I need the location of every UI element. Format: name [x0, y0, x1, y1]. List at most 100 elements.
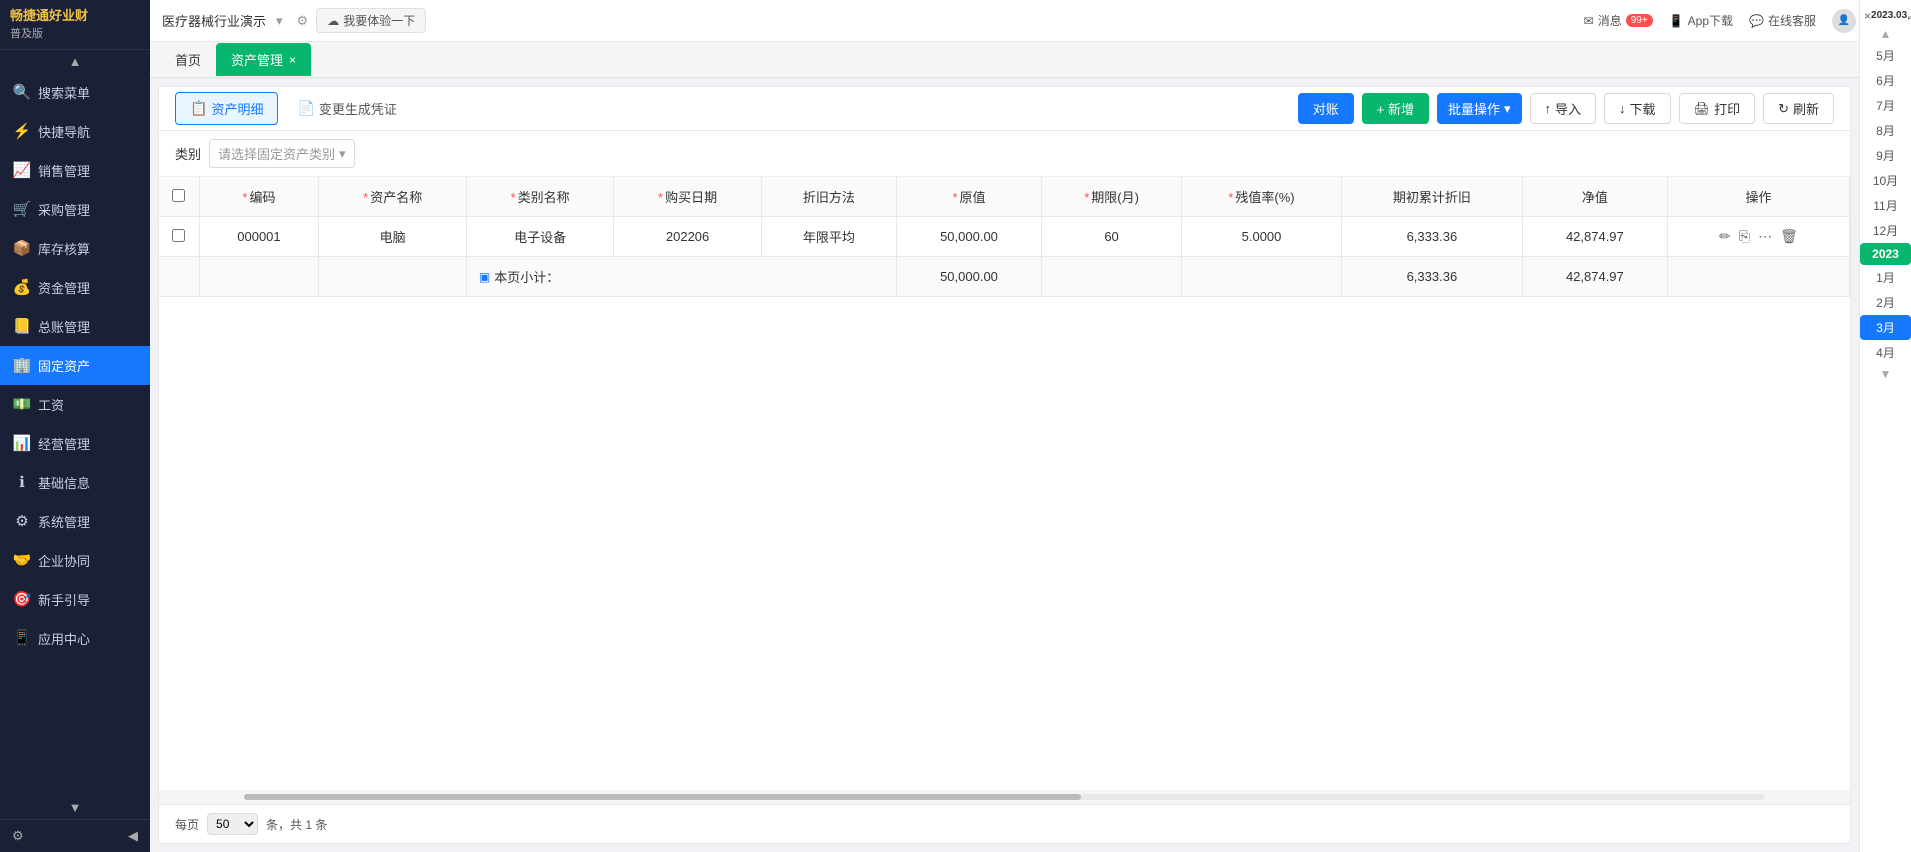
company-settings-icon[interactable]: ⚙: [297, 13, 309, 29]
subtotal-original-value: 50,000.00: [896, 257, 1041, 297]
category-select[interactable]: 请选择固定资产类别 ▾: [209, 139, 355, 168]
sidebar-item-business[interactable]: 📊经营管理: [0, 424, 150, 463]
header-purchase-date: *购买日期: [614, 177, 761, 217]
cell-category: 电子设备: [466, 217, 613, 257]
subtotal-accumulated: 6,333.36: [1342, 257, 1523, 297]
month-item-7月[interactable]: 7月: [1860, 93, 1911, 118]
tab-close-icon[interactable]: ×: [289, 53, 296, 67]
sidebar-label-purchase: 采购管理: [38, 200, 90, 219]
sidebar-item-ledger[interactable]: 📒总账管理: [0, 307, 150, 346]
month-item-4月[interactable]: 4月: [1860, 340, 1911, 365]
sidebar-settings-icon[interactable]: ⚙: [12, 828, 24, 844]
sidebar-label-system: 系统管理: [38, 512, 90, 531]
sidebar-scroll-down[interactable]: ▼: [0, 796, 150, 819]
month-item-3月[interactable]: 3月: [1860, 315, 1911, 340]
sidebar-item-payroll[interactable]: 💵 工资: [0, 385, 150, 424]
tab-generate-voucher[interactable]: 📄 变更生成凭证: [282, 92, 411, 125]
filter-bar: 类别 请选择固定资产类别 ▾: [159, 131, 1850, 177]
batch-button[interactable]: 批量操作 ▾: [1437, 93, 1522, 124]
refresh-label: 刷新: [1793, 99, 1819, 118]
subtotal-residual-empty: [1181, 257, 1341, 297]
copy-icon[interactable]: ⎘: [1739, 228, 1750, 245]
cell-net-value: 42,874.97: [1522, 217, 1667, 257]
month-item-10月[interactable]: 10月: [1860, 168, 1911, 193]
app-download-button[interactable]: 📱 App下载: [1669, 12, 1733, 29]
row-select[interactable]: [172, 229, 185, 242]
sidebar-icon-search: 🔍: [12, 83, 32, 101]
panel-expand-icon[interactable]: ⤢: [1907, 8, 1911, 23]
category-placeholder: 请选择固定资产类别: [218, 144, 335, 163]
sidebar-item-quick-nav[interactable]: ⚡快捷导航: [0, 112, 150, 151]
sidebar-item-guide[interactable]: 🎯新手引导: [0, 580, 150, 619]
month-item-11月[interactable]: 11月: [1860, 193, 1911, 218]
row-checkbox[interactable]: [159, 217, 199, 257]
service-icon: 💬: [1749, 14, 1764, 28]
sidebar-item-sales[interactable]: 📈销售管理: [0, 151, 150, 190]
tab-home[interactable]: 首页: [160, 43, 216, 76]
month-item-12月[interactable]: 12月: [1860, 218, 1911, 243]
month-item-9月[interactable]: 9月: [1860, 143, 1911, 168]
month-item-6月[interactable]: 6月: [1860, 68, 1911, 93]
select-all-checkbox[interactable]: [172, 189, 185, 202]
sidebar-item-enterprise[interactable]: 🤝企业协同: [0, 541, 150, 580]
company-dropdown-icon[interactable]: ▾: [276, 13, 283, 29]
sidebar-item-basic-info[interactable]: ℹ基础信息: [0, 463, 150, 502]
subtotal-empty-3: [319, 257, 466, 297]
tab-asset-detail[interactable]: 📋 资产明细: [175, 92, 278, 125]
dl-icon: ↓: [1619, 101, 1626, 116]
account-button[interactable]: 对账: [1298, 93, 1354, 124]
new-button[interactable]: + 新增: [1362, 93, 1429, 124]
month-item-1月[interactable]: 1月: [1860, 265, 1911, 290]
sidebar-label-payroll: 工资: [38, 395, 64, 414]
horizontal-scrollbar[interactable]: [159, 790, 1850, 804]
online-service-button[interactable]: 💬 在线客服: [1749, 12, 1816, 29]
delete-icon[interactable]: 🗑: [1780, 228, 1798, 245]
messages-button[interactable]: ✉ 消息 99+: [1584, 12, 1653, 29]
subtotal-label-cell: ▣ 本页小计：: [466, 257, 896, 297]
company-name: 医疗器械行业演示: [162, 11, 266, 30]
experience-button[interactable]: ☁ 我要体验一下: [316, 8, 426, 33]
import-button[interactable]: ↑ 导入: [1530, 93, 1597, 124]
sidebar-collapse-icon[interactable]: ◀: [128, 828, 138, 844]
sidebar-item-fixed-assets[interactable]: 🏢固定资产: [0, 346, 150, 385]
batch-arrow-icon: ▾: [1504, 101, 1511, 117]
month-item-5月[interactable]: 5月: [1860, 43, 1911, 68]
per-page-select[interactable]: 50 100 200: [207, 813, 258, 835]
more-icon[interactable]: ⋯: [1758, 228, 1772, 245]
sidebar-label-enterprise: 企业协同: [38, 551, 90, 570]
panel-date-label: 2023.03: [1871, 10, 1907, 21]
print-button[interactable]: 🖨 打印: [1679, 93, 1756, 124]
sidebar-item-search[interactable]: 🔍搜索菜单: [0, 73, 150, 112]
panel-close-icon[interactable]: ×: [1864, 9, 1871, 23]
cell-period: 60: [1042, 217, 1182, 257]
edit-icon[interactable]: ✏: [1719, 228, 1731, 245]
sidebar-icon-purchase: 🛒: [12, 200, 32, 218]
sidebar-label-guide: 新手引导: [38, 590, 90, 609]
sidebar-item-fund[interactable]: 💰资金管理: [0, 268, 150, 307]
topbar-left: 医疗器械行业演示 ▾ ⚙ ☁ 我要体验一下: [162, 8, 426, 33]
month-item-2023[interactable]: 2023: [1860, 243, 1911, 265]
subtotal-empty-1: [159, 257, 199, 297]
refresh-button[interactable]: ↻ 刷新: [1763, 93, 1834, 124]
sidebar-scroll-up[interactable]: ▲: [0, 50, 150, 73]
sidebar-icon-payroll: 💵: [12, 395, 32, 413]
sidebar-label-quick-nav: 快捷导航: [38, 122, 90, 141]
sidebar-item-system[interactable]: ⚙系统管理: [0, 502, 150, 541]
panel-scroll-up[interactable]: ▲: [1878, 25, 1894, 43]
sidebar-icon-sales: 📈: [12, 161, 32, 179]
tab-asset-management[interactable]: 资产管理 ×: [216, 43, 311, 76]
panel-scroll-down[interactable]: ▼: [1878, 365, 1894, 383]
asset-table: *编码 *资产名称 *类别名称 *购买日期 折旧方法 *原值 *期限(月) *残…: [159, 177, 1850, 297]
sidebar-item-inventory[interactable]: 📦库存核算: [0, 229, 150, 268]
sidebar-item-purchase[interactable]: 🛒 采购管理: [0, 190, 150, 229]
app-download-label: App下载: [1688, 12, 1733, 29]
month-item-2月[interactable]: 2月: [1860, 290, 1911, 315]
scroll-thumb[interactable]: [244, 794, 1081, 800]
header-checkbox[interactable]: [159, 177, 199, 217]
month-item-8月[interactable]: 8月: [1860, 118, 1911, 143]
header-accumulated: 期初累计折旧: [1342, 177, 1523, 217]
download-button[interactable]: ↓ 下载: [1604, 93, 1671, 124]
sidebar-item-app-center[interactable]: 📱应用中心: [0, 619, 150, 658]
app-title: 畅捷通好业财: [10, 8, 88, 25]
right-panel: × 2023.03 ⤢ ▲ 5月6月7月8月9月10月11月12月20231月2…: [1859, 0, 1911, 852]
